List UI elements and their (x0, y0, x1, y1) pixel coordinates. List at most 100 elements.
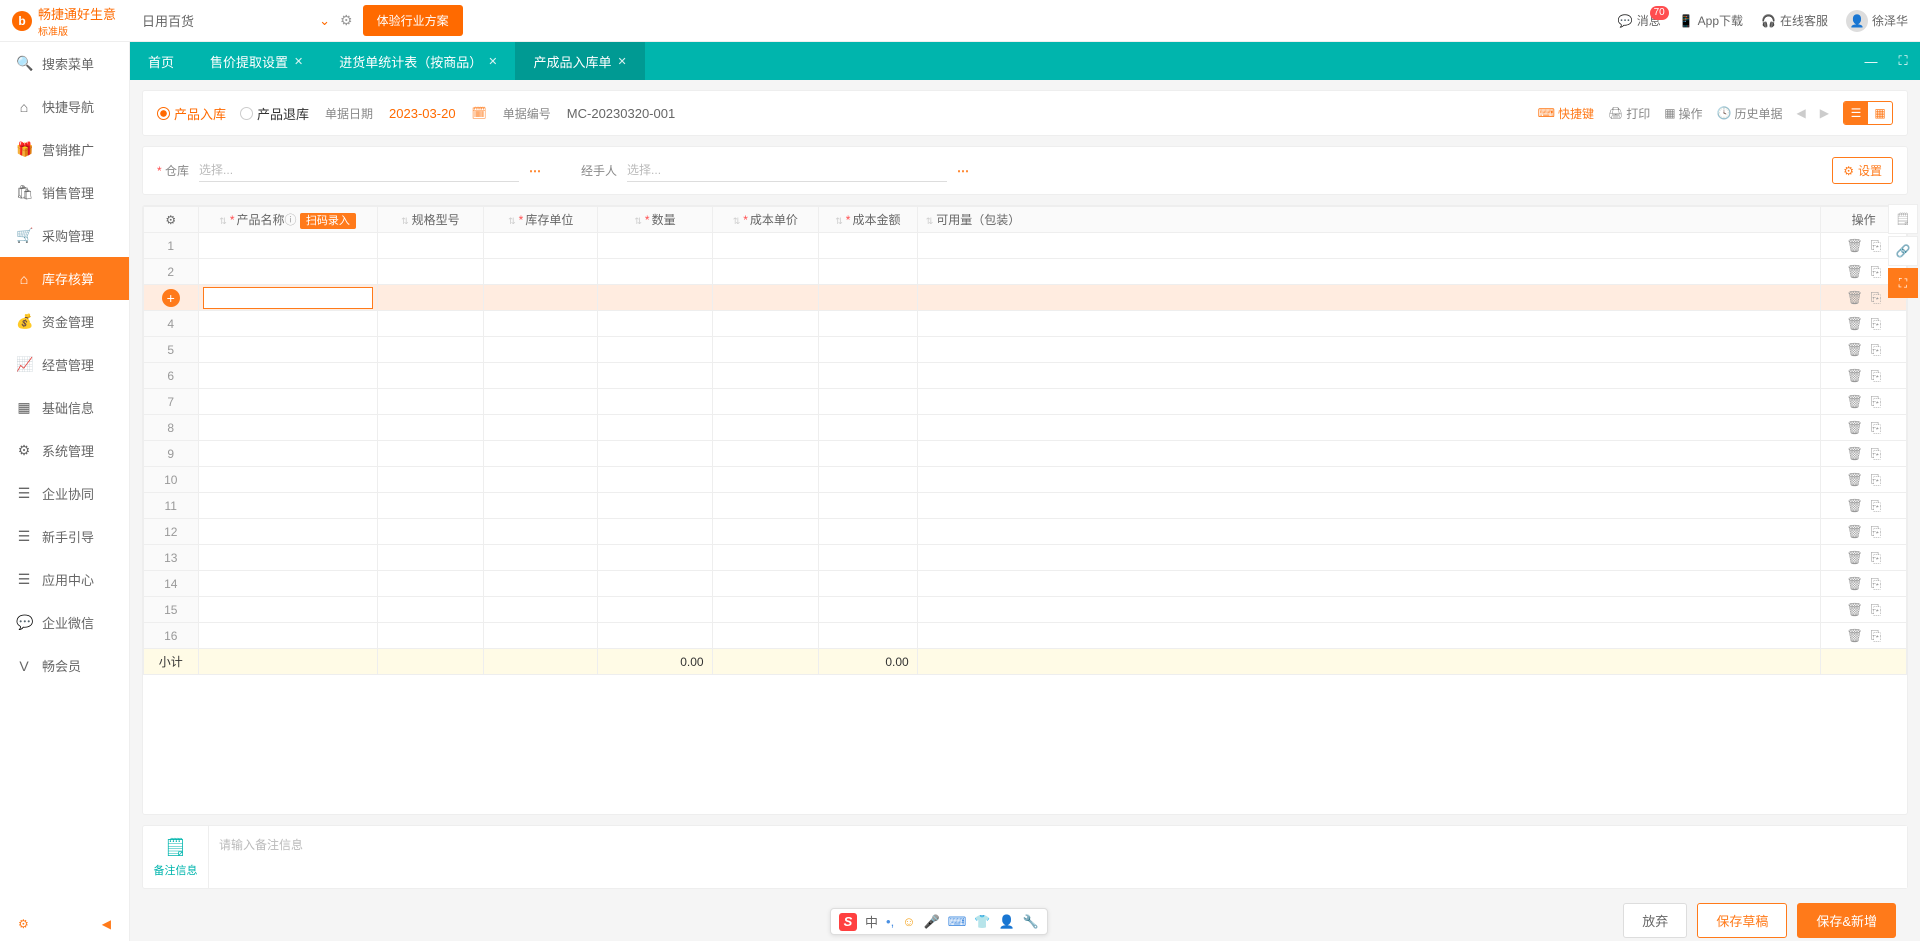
delete-row-icon[interactable]: 🗑 (1846, 524, 1863, 539)
sidebar-item[interactable]: ☰企业协同 (0, 472, 129, 515)
table-row[interactable]: 12 🗑⎘ (144, 519, 1907, 545)
delete-row-icon[interactable]: 🗑 (1846, 290, 1863, 305)
cell-qty[interactable] (598, 233, 712, 259)
remark-input[interactable] (209, 826, 1907, 888)
delete-row-icon[interactable]: 🗑 (1846, 368, 1863, 383)
cell-spec[interactable] (377, 545, 483, 571)
copy-row-icon[interactable]: ⎘ (1871, 342, 1881, 357)
cell-available[interactable] (917, 337, 1821, 363)
cell-amount[interactable] (819, 415, 918, 441)
product-name-input[interactable] (203, 287, 373, 309)
cell-amount[interactable] (819, 545, 918, 571)
cell-name[interactable] (198, 285, 377, 311)
cell-qty[interactable] (598, 623, 712, 649)
cell-qty[interactable] (598, 545, 712, 571)
cell-qty[interactable] (598, 441, 712, 467)
table-row[interactable]: 1 🗑⎘ (144, 233, 1907, 259)
sidebar-item[interactable]: 💰资金管理 (0, 300, 129, 343)
cell-spec[interactable] (377, 623, 483, 649)
ime-tool-icon[interactable]: 🔧 (1023, 914, 1039, 930)
tab[interactable]: 首页 (130, 42, 192, 80)
cell-available[interactable] (917, 389, 1821, 415)
table-row[interactable]: 13 🗑⎘ (144, 545, 1907, 571)
cell-qty[interactable] (598, 597, 712, 623)
copy-row-icon[interactable]: ⎘ (1871, 550, 1881, 565)
cell-price[interactable] (712, 415, 818, 441)
cell-amount[interactable] (819, 233, 918, 259)
sidebar-item[interactable]: ☰新手引导 (0, 515, 129, 558)
cell-unit[interactable] (484, 441, 598, 467)
cell-unit[interactable] (484, 233, 598, 259)
table-row[interactable]: 2 🗑⎘ (144, 259, 1907, 285)
cell-qty[interactable] (598, 467, 712, 493)
cell-name[interactable] (198, 571, 377, 597)
cell-price[interactable] (712, 545, 818, 571)
add-row-icon[interactable]: + (162, 289, 180, 307)
warehouse-input[interactable] (199, 159, 519, 182)
handler-input[interactable] (627, 159, 947, 182)
sidebar-item[interactable]: ⚙系统管理 (0, 429, 129, 472)
sidebar-item[interactable]: 📈经营管理 (0, 343, 129, 386)
calendar-icon[interactable]: 🗓 (472, 106, 487, 120)
col-qty[interactable]: ⇅*数量 (598, 207, 712, 233)
col-unit[interactable]: ⇅*库存单位 (484, 207, 598, 233)
sidebar-item[interactable]: 🛒采购管理 (0, 214, 129, 257)
cell-amount[interactable] (819, 623, 918, 649)
cell-name[interactable] (198, 545, 377, 571)
sidebar-item[interactable]: 🔍搜索菜单 (0, 42, 129, 85)
cell-qty[interactable] (598, 519, 712, 545)
cell-unit[interactable] (484, 545, 598, 571)
col-price[interactable]: ⇅*成本单价 (712, 207, 818, 233)
table-row[interactable]: 4 🗑⎘ (144, 311, 1907, 337)
tab-fullscreen-icon[interactable]: ⛶ (1888, 46, 1918, 76)
cell-name[interactable] (198, 519, 377, 545)
cell-qty[interactable] (598, 337, 712, 363)
prev-doc-icon[interactable]: ◀ (1797, 106, 1806, 120)
copy-row-icon[interactable]: ⎘ (1871, 602, 1881, 617)
cell-available[interactable] (917, 545, 1821, 571)
cell-name[interactable] (198, 493, 377, 519)
sidebar-item[interactable]: ⌂库存核算 (0, 257, 129, 300)
table-row[interactable]: 5 🗑⎘ (144, 337, 1907, 363)
cell-available[interactable] (917, 415, 1821, 441)
cell-unit[interactable] (484, 337, 598, 363)
cell-available[interactable] (917, 493, 1821, 519)
cell-unit[interactable] (484, 467, 598, 493)
save-new-button[interactable]: 保存&新增 (1797, 903, 1896, 938)
next-doc-icon[interactable]: ▶ (1820, 106, 1829, 120)
cell-unit[interactable] (484, 571, 598, 597)
view-card-icon[interactable]: ▦ (1868, 102, 1892, 124)
tab[interactable]: 售价提取设置✕ (192, 42, 321, 80)
cell-available[interactable] (917, 519, 1821, 545)
cell-spec[interactable] (377, 493, 483, 519)
sidebar-gear-icon[interactable]: ⚙ (18, 917, 29, 931)
radio-product-out[interactable]: 产品退库 (240, 104, 309, 123)
history-link[interactable]: 🕓历史单据 (1717, 105, 1783, 122)
col-available[interactable]: ⇅可用量（包装） (917, 207, 1821, 233)
cell-price[interactable] (712, 285, 818, 311)
cell-price[interactable] (712, 259, 818, 285)
cell-available[interactable] (917, 285, 1821, 311)
copy-row-icon[interactable]: ⎘ (1871, 472, 1881, 487)
cell-spec[interactable] (377, 415, 483, 441)
table-row[interactable]: + 🗑⎘ (144, 285, 1907, 311)
cell-available[interactable] (917, 311, 1821, 337)
delete-row-icon[interactable]: 🗑 (1846, 576, 1863, 591)
cell-amount[interactable] (819, 259, 918, 285)
tab[interactable]: 产成品入库单✕ (515, 42, 644, 80)
cell-available[interactable] (917, 441, 1821, 467)
cell-amount[interactable] (819, 285, 918, 311)
app-download-link[interactable]: 📱 App下载 (1679, 12, 1743, 29)
delete-row-icon[interactable]: 🗑 (1846, 394, 1863, 409)
close-icon[interactable]: ✕ (618, 55, 627, 68)
delete-row-icon[interactable]: 🗑 (1846, 420, 1863, 435)
cell-spec[interactable] (377, 337, 483, 363)
cell-spec[interactable] (377, 441, 483, 467)
cell-spec[interactable] (377, 389, 483, 415)
cell-qty[interactable] (598, 415, 712, 441)
discard-button[interactable]: 放弃 (1623, 903, 1687, 938)
cell-unit[interactable] (484, 363, 598, 389)
ime-bar[interactable]: S 中 •, ☺ 🎤 ⌨ 👕 👤 🔧 (830, 908, 1048, 935)
cell-price[interactable] (712, 233, 818, 259)
cell-price[interactable] (712, 389, 818, 415)
